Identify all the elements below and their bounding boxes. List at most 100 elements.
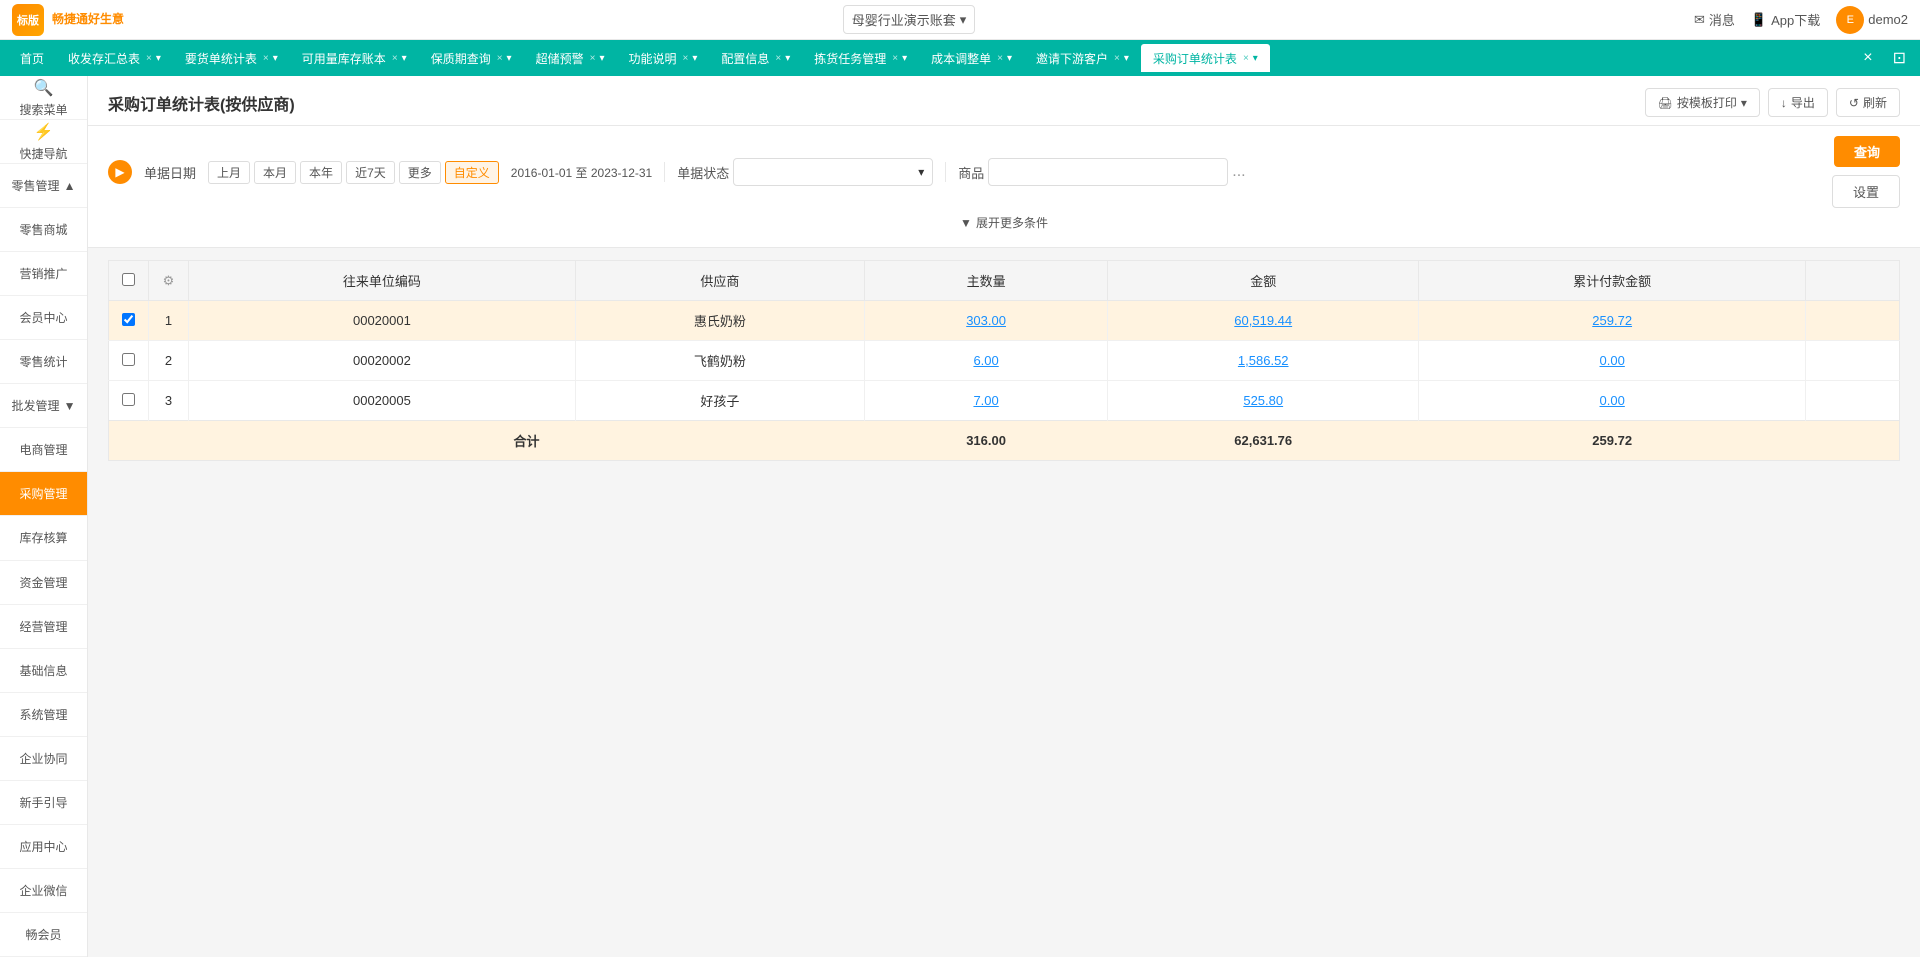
close-tab-function-desc[interactable]: × xyxy=(682,53,688,64)
date-btn-last-month[interactable]: 上月 xyxy=(208,161,250,184)
status-select-arrow-icon: ▾ xyxy=(918,165,924,179)
sidebar-item-retail-stats[interactable]: 零售统计 xyxy=(0,340,87,384)
tab-overstock-warning[interactable]: 超储预警 × ▾ xyxy=(524,44,617,72)
sidebar-item-ecommerce[interactable]: 电商管理 xyxy=(0,428,87,472)
nav-tabs: 首页 收发存汇总表 × ▾ 要货单统计表 × ▾ 可用量库存账本 × ▾ 保质期… xyxy=(0,40,1920,76)
sidebar-item-retail-mall[interactable]: 零售商城 xyxy=(0,208,87,252)
sidebar-item-system[interactable]: 系统管理 xyxy=(0,693,87,737)
status-select[interactable]: ▾ xyxy=(733,158,933,186)
print-button[interactable]: 🖨 按模板打印 ▾ xyxy=(1645,88,1760,117)
tab-cost-adjust[interactable]: 成本调整单 × ▾ xyxy=(919,44,1024,72)
close-tab-expiry-query[interactable]: × xyxy=(497,53,503,64)
tab-order-stats[interactable]: 要货单统计表 × ▾ xyxy=(173,44,290,72)
tab-arrow-pick-task: ▾ xyxy=(902,53,907,64)
td-paid-amount-2[interactable]: 0.00 xyxy=(1419,341,1806,381)
tab-home[interactable]: 首页 xyxy=(8,44,56,72)
td-num-1: 1 xyxy=(149,301,189,341)
table-container: ⚙ 往来单位编码 供应商 主数量 金额 累计付款金额 1 00020001 xyxy=(88,248,1920,957)
td-amount-2[interactable]: 1,586.52 xyxy=(1108,341,1419,381)
td-paid-amount-1[interactable]: 259.72 xyxy=(1419,301,1806,341)
close-tab-receive-summary[interactable]: × xyxy=(146,53,152,64)
sidebar-item-retail-mgmt[interactable]: 零售管理 ▲ xyxy=(0,164,87,208)
sidebar-item-new-guide[interactable]: 新手引导 xyxy=(0,781,87,825)
tab-arrow-receive-summary: ▾ xyxy=(156,53,161,64)
th-settings: ⚙ xyxy=(149,261,189,301)
sidebar-item-member-center[interactable]: 会员中心 xyxy=(0,296,87,340)
sidebar-item-inventory[interactable]: 库存核算 xyxy=(0,516,87,560)
sidebar-item-marketing[interactable]: 营销推广 xyxy=(0,252,87,296)
td-amount-3[interactable]: 525.80 xyxy=(1108,381,1419,421)
close-tab-overstock-warning[interactable]: × xyxy=(590,53,596,64)
workspace-chevron-icon: ▾ xyxy=(960,12,967,28)
td-amount-1[interactable]: 60,519.44 xyxy=(1108,301,1419,341)
refresh-button[interactable]: ↺ 刷新 xyxy=(1836,88,1900,117)
expand-more-button[interactable]: ▼ 展开更多条件 xyxy=(108,208,1900,237)
td-checkbox-3 xyxy=(109,381,149,421)
close-tab-order-stats[interactable]: × xyxy=(263,53,269,64)
user-menu[interactable]: E demo2 xyxy=(1836,6,1908,34)
top-right: ✉ 消息 📱 App下载 E demo2 xyxy=(1694,6,1908,34)
th-unit-code: 往来单位编码 xyxy=(189,261,576,301)
sidebar-item-app-center[interactable]: 应用中心 xyxy=(0,825,87,869)
row-checkbox-3[interactable] xyxy=(122,393,135,406)
close-tab-config-info[interactable]: × xyxy=(775,53,781,64)
close-tab-pick-task[interactable]: × xyxy=(892,53,898,64)
nav-end: × ⊡ xyxy=(1857,46,1912,70)
sidebar-item-enterprise[interactable]: 企业协同 xyxy=(0,737,87,781)
sidebar-item-enterprise-wechat[interactable]: 企业微信 xyxy=(0,869,87,913)
th-empty xyxy=(1806,261,1900,301)
date-btn-this-year[interactable]: 本年 xyxy=(300,161,342,184)
tab-inventory-ledger[interactable]: 可用量库存账本 × ▾ xyxy=(290,44,419,72)
sidebar-item-member[interactable]: 畅会员 xyxy=(0,913,87,957)
filter-toggle-button[interactable]: ▶ xyxy=(108,160,132,184)
message-button[interactable]: ✉ 消息 xyxy=(1694,10,1735,29)
td-quantity-2[interactable]: 6.00 xyxy=(865,341,1108,381)
goods-input[interactable] xyxy=(988,158,1228,186)
td-footer-label: 合计 xyxy=(189,421,865,461)
settings-button[interactable]: 设置 xyxy=(1832,175,1900,208)
query-button[interactable]: 查询 xyxy=(1834,136,1900,167)
tab-arrow-order-stats: ▾ xyxy=(273,53,278,64)
app-download-button[interactable]: 📱 App下载 xyxy=(1751,10,1820,29)
tab-invite-downstream[interactable]: 邀请下游客户 × ▾ xyxy=(1024,44,1141,72)
tab-pick-task[interactable]: 拣货任务管理 × ▾ xyxy=(802,44,919,72)
td-paid-amount-3[interactable]: 0.00 xyxy=(1419,381,1806,421)
column-settings-icon[interactable]: ⚙ xyxy=(163,273,175,288)
filter-divider-2 xyxy=(945,162,946,182)
td-quantity-3[interactable]: 7.00 xyxy=(865,381,1108,421)
tab-arrow-cost-adjust: ▾ xyxy=(1007,53,1012,64)
nav-restore[interactable]: ⊡ xyxy=(1887,46,1912,70)
print-chevron-icon: ▾ xyxy=(1741,96,1747,110)
sidebar-item-wholesale-mgmt[interactable]: 批发管理 ▼ xyxy=(0,384,87,428)
tab-function-desc[interactable]: 功能说明 × ▾ xyxy=(616,44,709,72)
close-tab-invite-downstream[interactable]: × xyxy=(1114,53,1120,64)
sidebar-item-finance[interactable]: 资金管理 xyxy=(0,561,87,605)
td-unit-code-1: 00020001 xyxy=(189,301,576,341)
tab-purchase-stats[interactable]: 采购订单统计表 × ▾ xyxy=(1141,44,1270,72)
date-btn-7days[interactable]: 近7天 xyxy=(346,161,395,184)
close-tab-cost-adjust[interactable]: × xyxy=(997,53,1003,64)
sidebar-item-search[interactable]: 🔍 搜索菜单 xyxy=(0,76,87,120)
export-button[interactable]: ↓ 导出 xyxy=(1768,88,1828,117)
close-tab-purchase-stats[interactable]: × xyxy=(1243,53,1249,64)
sidebar-item-quick-nav[interactable]: ⚡ 快捷导航 xyxy=(0,120,87,164)
workspace-select[interactable]: 母婴行业演示账套 ▾ xyxy=(843,5,976,34)
td-checkbox-2 xyxy=(109,341,149,381)
sidebar-item-basic-info[interactable]: 基础信息 xyxy=(0,649,87,693)
table-header-row: ⚙ 往来单位编码 供应商 主数量 金额 累计付款金额 xyxy=(109,261,1900,301)
tab-receive-summary[interactable]: 收发存汇总表 × ▾ xyxy=(56,44,173,72)
expand-more-icon: ▼ xyxy=(960,216,972,230)
row-checkbox-2[interactable] xyxy=(122,353,135,366)
tab-config-info[interactable]: 配置信息 × ▾ xyxy=(709,44,802,72)
td-quantity-1[interactable]: 303.00 xyxy=(865,301,1108,341)
date-btn-custom[interactable]: 自定义 xyxy=(445,161,499,184)
sidebar-item-operation[interactable]: 经营管理 xyxy=(0,605,87,649)
sidebar-item-purchase-mgmt[interactable]: 采购管理 xyxy=(0,472,87,516)
date-btn-this-month[interactable]: 本月 xyxy=(254,161,296,184)
date-btn-more[interactable]: 更多 xyxy=(399,161,441,184)
close-tab-inventory-ledger[interactable]: × xyxy=(392,53,398,64)
select-all-checkbox[interactable] xyxy=(122,273,135,286)
tab-expiry-query[interactable]: 保质期查询 × ▾ xyxy=(419,44,524,72)
nav-close-all[interactable]: × xyxy=(1857,47,1878,69)
row-checkbox-1[interactable] xyxy=(122,313,135,326)
